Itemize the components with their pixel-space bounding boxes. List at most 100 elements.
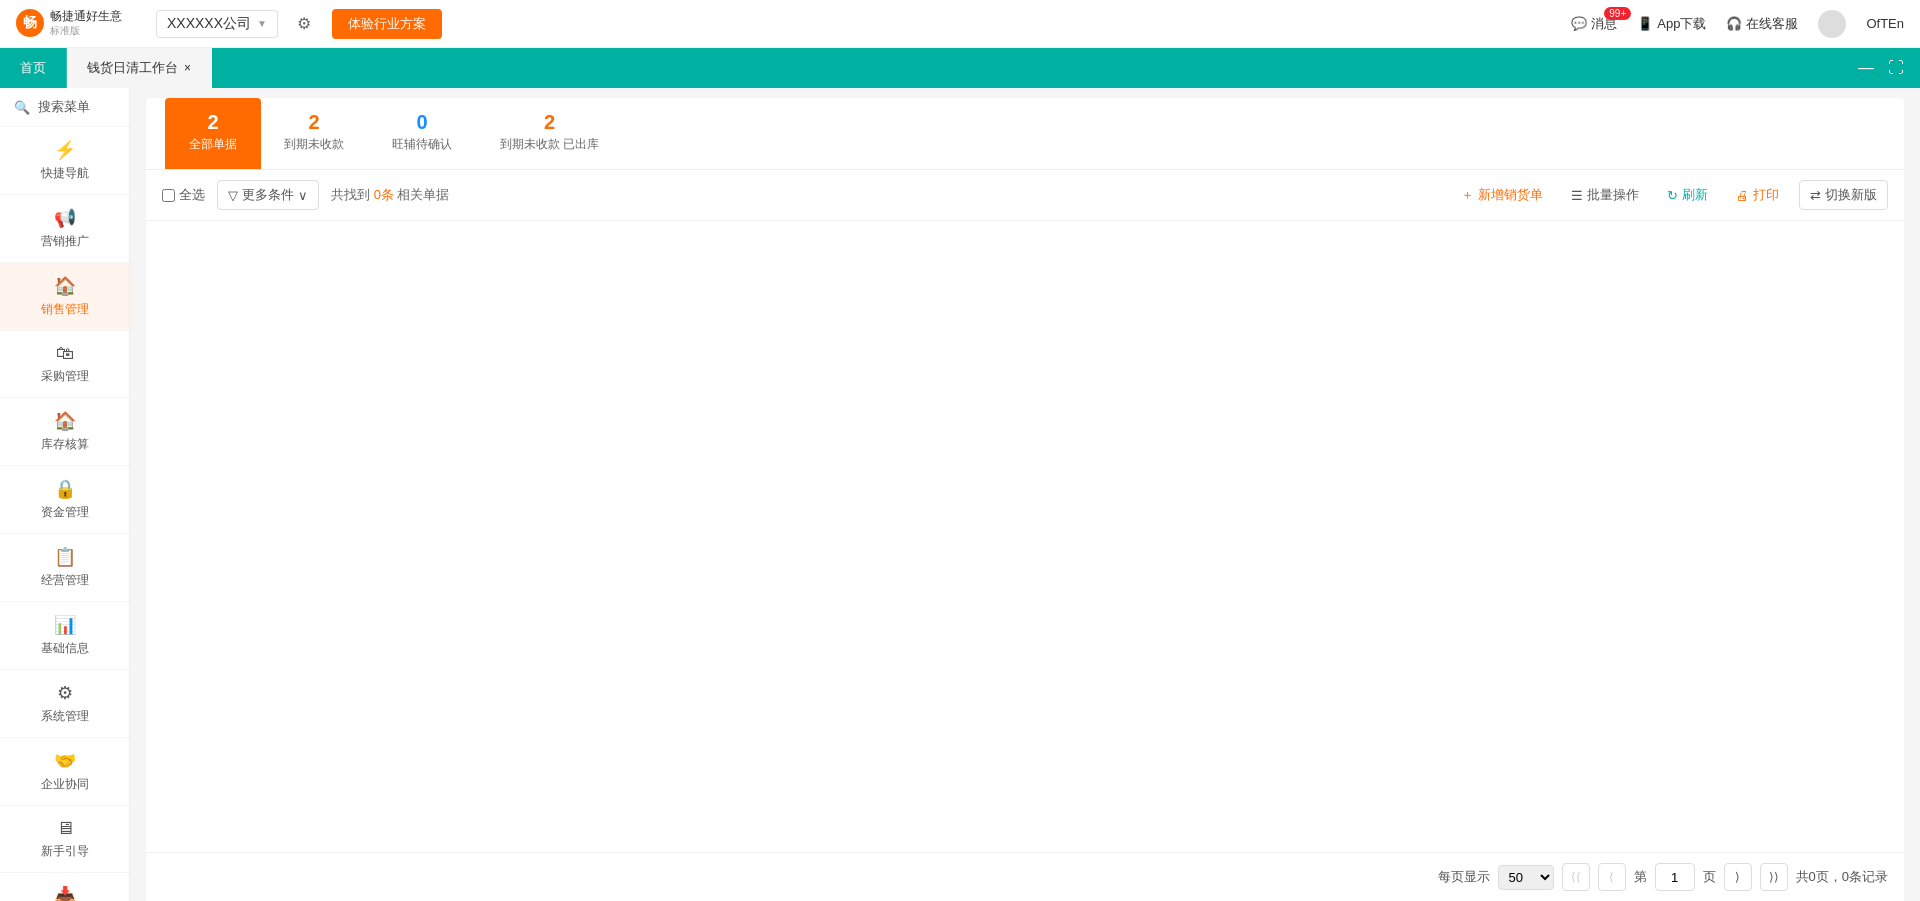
tab-close-icon[interactable]: × <box>184 61 191 75</box>
sidebar-item-finance[interactable]: 🔒 资金管理 <box>0 466 129 534</box>
filter-button[interactable]: ▽ 更多条件 ∨ <box>217 180 319 210</box>
sidebar-item-purchase-label: 采购管理 <box>41 368 89 385</box>
filter-tab-shipped-count: 2 <box>544 112 555 132</box>
select-all-checkbox[interactable]: 全选 <box>162 186 205 204</box>
page-input[interactable] <box>1655 863 1695 891</box>
table-area <box>146 221 1904 852</box>
per-page-label: 每页显示 <box>1438 868 1490 886</box>
prev-page-button[interactable]: ⟨ <box>1598 863 1626 891</box>
sidebar-search[interactable]: 🔍 搜索菜单 <box>0 88 129 127</box>
quick-nav-icon: ⚡ <box>54 139 76 161</box>
headset-icon: 🎧 <box>1726 16 1742 31</box>
add-icon: ＋ <box>1461 186 1474 204</box>
sidebar-item-app-center[interactable]: 📥 应用中心 <box>0 873 129 901</box>
sidebar-item-guide-label: 新手引导 <box>41 843 89 860</box>
tab-daily-work[interactable]: 钱货日清工作台 × <box>67 48 212 88</box>
sidebar-item-quick-nav[interactable]: ⚡ 快捷导航 <box>0 127 129 195</box>
sidebar-item-system-label: 系统管理 <box>41 708 89 725</box>
content-area: 2 全部单据 2 到期未收款 0 旺辅待确认 2 到期未收款 已出库 全选 <box>130 88 1920 901</box>
per-page-select[interactable]: 50 100 <box>1498 865 1554 890</box>
enterprise-icon: 🤝 <box>54 750 76 772</box>
page-label: 第 <box>1634 868 1647 886</box>
found-prefix: 共找到 <box>331 187 370 202</box>
print-button[interactable]: 🖨 打印 <box>1728 181 1787 209</box>
top-header: 畅 畅捷通好生意 标准版 XXXXXX公司 ▼ ⚙ 体验行业方案 💬 消息 99… <box>0 0 1920 48</box>
logo-area: 畅 畅捷通好生意 标准版 <box>16 9 146 37</box>
tab-home[interactable]: 首页 <box>0 48 67 88</box>
total-label: 共0页，0条记录 <box>1796 868 1888 886</box>
online-service-item[interactable]: 🎧 在线客服 <box>1726 15 1798 33</box>
sidebar-item-quick-nav-label: 快捷导航 <box>41 165 89 182</box>
sidebar-item-basic-info-label: 基础信息 <box>41 640 89 657</box>
filter-tab-overdue-label: 到期未收款 <box>284 136 344 153</box>
batch-icon: ☰ <box>1571 188 1583 203</box>
system-icon: ⚙ <box>57 682 73 704</box>
search-icon: 🔍 <box>14 100 30 115</box>
filter-tab-shipped[interactable]: 2 到期未收款 已出库 <box>476 98 623 169</box>
sidebar-item-operations[interactable]: 📋 经营管理 <box>0 534 129 602</box>
filter-tab-overdue[interactable]: 2 到期未收款 <box>260 98 368 169</box>
switch-version-button[interactable]: ⇄ 切换新版 <box>1799 180 1888 210</box>
toolbar-left: 全选 ▽ 更多条件 ∨ 共找到 0条 相关单据 <box>162 180 449 210</box>
sidebar-item-purchase[interactable]: 🛍 采购管理 <box>0 331 129 398</box>
message-item[interactable]: 💬 消息 99+ <box>1571 15 1617 33</box>
refresh-btn-label: 刷新 <box>1682 186 1708 204</box>
refresh-button[interactable]: ↻ 刷新 <box>1659 181 1716 209</box>
filter-tab-all-label: 全部单据 <box>189 136 237 153</box>
select-all-input[interactable] <box>162 189 175 202</box>
sales-icon: 🏠 <box>54 275 76 297</box>
user-name: OfTEn <box>1866 16 1904 31</box>
avatar[interactable] <box>1818 10 1846 38</box>
message-icon: 💬 <box>1571 16 1587 31</box>
tab-daily-work-label: 钱货日清工作台 <box>87 59 178 77</box>
batch-btn-label: 批量操作 <box>1587 186 1639 204</box>
sidebar-item-inventory-label: 库存核算 <box>41 436 89 453</box>
main-layout: 🔍 搜索菜单 ⚡ 快捷导航 📢 营销推广 🏠 销售管理 🛍 采购管理 🏠 库存核… <box>0 88 1920 901</box>
toolbar: 全选 ▽ 更多条件 ∨ 共找到 0条 相关单据 ＋ 新增销货单 <box>146 170 1904 221</box>
filter-tab-overdue-count: 2 <box>308 112 319 132</box>
filter-tab-wangwang-label: 旺辅待确认 <box>392 136 452 153</box>
sidebar-item-guide[interactable]: 🖥 新手引导 <box>0 806 129 873</box>
select-all-label: 全选 <box>179 186 205 204</box>
sidebar: 🔍 搜索菜单 ⚡ 快捷导航 📢 营销推广 🏠 销售管理 🛍 采购管理 🏠 库存核… <box>0 88 130 901</box>
finance-icon: 🔒 <box>54 478 76 500</box>
sidebar-item-system[interactable]: ⚙ 系统管理 <box>0 670 129 738</box>
online-service-label: 在线客服 <box>1746 15 1798 33</box>
filter-tab-all[interactable]: 2 全部单据 <box>165 98 261 169</box>
company-selector[interactable]: XXXXXX公司 ▼ <box>156 10 278 38</box>
tab-expand-button[interactable]: ⛶ <box>1882 55 1910 81</box>
refresh-icon: ↻ <box>1667 188 1678 203</box>
operations-icon: 📋 <box>54 546 76 568</box>
trial-button[interactable]: 体验行业方案 <box>332 9 442 39</box>
batch-button[interactable]: ☰ 批量操作 <box>1563 181 1647 209</box>
found-info: 共找到 0条 相关单据 <box>331 186 449 204</box>
filter-icon: ▽ <box>228 188 238 203</box>
tab-spacer <box>212 48 1842 88</box>
next-page-button[interactable]: ⟩ <box>1724 863 1752 891</box>
pagination: 每页显示 50 100 ⟨⟨ ⟨ 第 页 ⟩ ⟩⟩ 共0页，0条记录 <box>146 852 1904 901</box>
add-order-button[interactable]: ＋ 新增销货单 <box>1453 181 1551 209</box>
toolbar-right: ＋ 新增销货单 ☰ 批量操作 ↻ 刷新 🖨 打印 ⇄ 切换新版 <box>1453 180 1888 210</box>
filter-tab-all-count: 2 <box>207 112 218 132</box>
sidebar-item-enterprise[interactable]: 🤝 企业协同 <box>0 738 129 806</box>
purchase-icon: 🛍 <box>56 343 74 364</box>
company-name: XXXXXX公司 <box>167 15 251 33</box>
sidebar-item-marketing[interactable]: 📢 营销推广 <box>0 195 129 263</box>
page-suffix: 页 <box>1703 868 1716 886</box>
sidebar-item-inventory[interactable]: 🏠 库存核算 <box>0 398 129 466</box>
marketing-icon: 📢 <box>54 207 76 229</box>
sidebar-item-basic-info[interactable]: 📊 基础信息 <box>0 602 129 670</box>
last-page-button[interactable]: ⟩⟩ <box>1760 863 1788 891</box>
filter-tab-wangwang[interactable]: 0 旺辅待确认 <box>368 98 476 169</box>
sidebar-item-sales[interactable]: 🏠 销售管理 <box>0 263 129 331</box>
tab-actions: — ⛶ <box>1842 48 1920 88</box>
settings-button[interactable]: ⚙ <box>288 8 320 40</box>
app-download-item[interactable]: 📱 App下载 <box>1637 15 1706 33</box>
app-center-icon: 📥 <box>54 885 76 901</box>
sidebar-item-marketing-label: 营销推广 <box>41 233 89 250</box>
sidebar-item-enterprise-label: 企业协同 <box>41 776 89 793</box>
tab-minimize-button[interactable]: — <box>1852 55 1880 81</box>
app-download-icon: 📱 <box>1637 16 1653 31</box>
first-page-button[interactable]: ⟨⟨ <box>1562 863 1590 891</box>
inventory-icon: 🏠 <box>54 410 76 432</box>
